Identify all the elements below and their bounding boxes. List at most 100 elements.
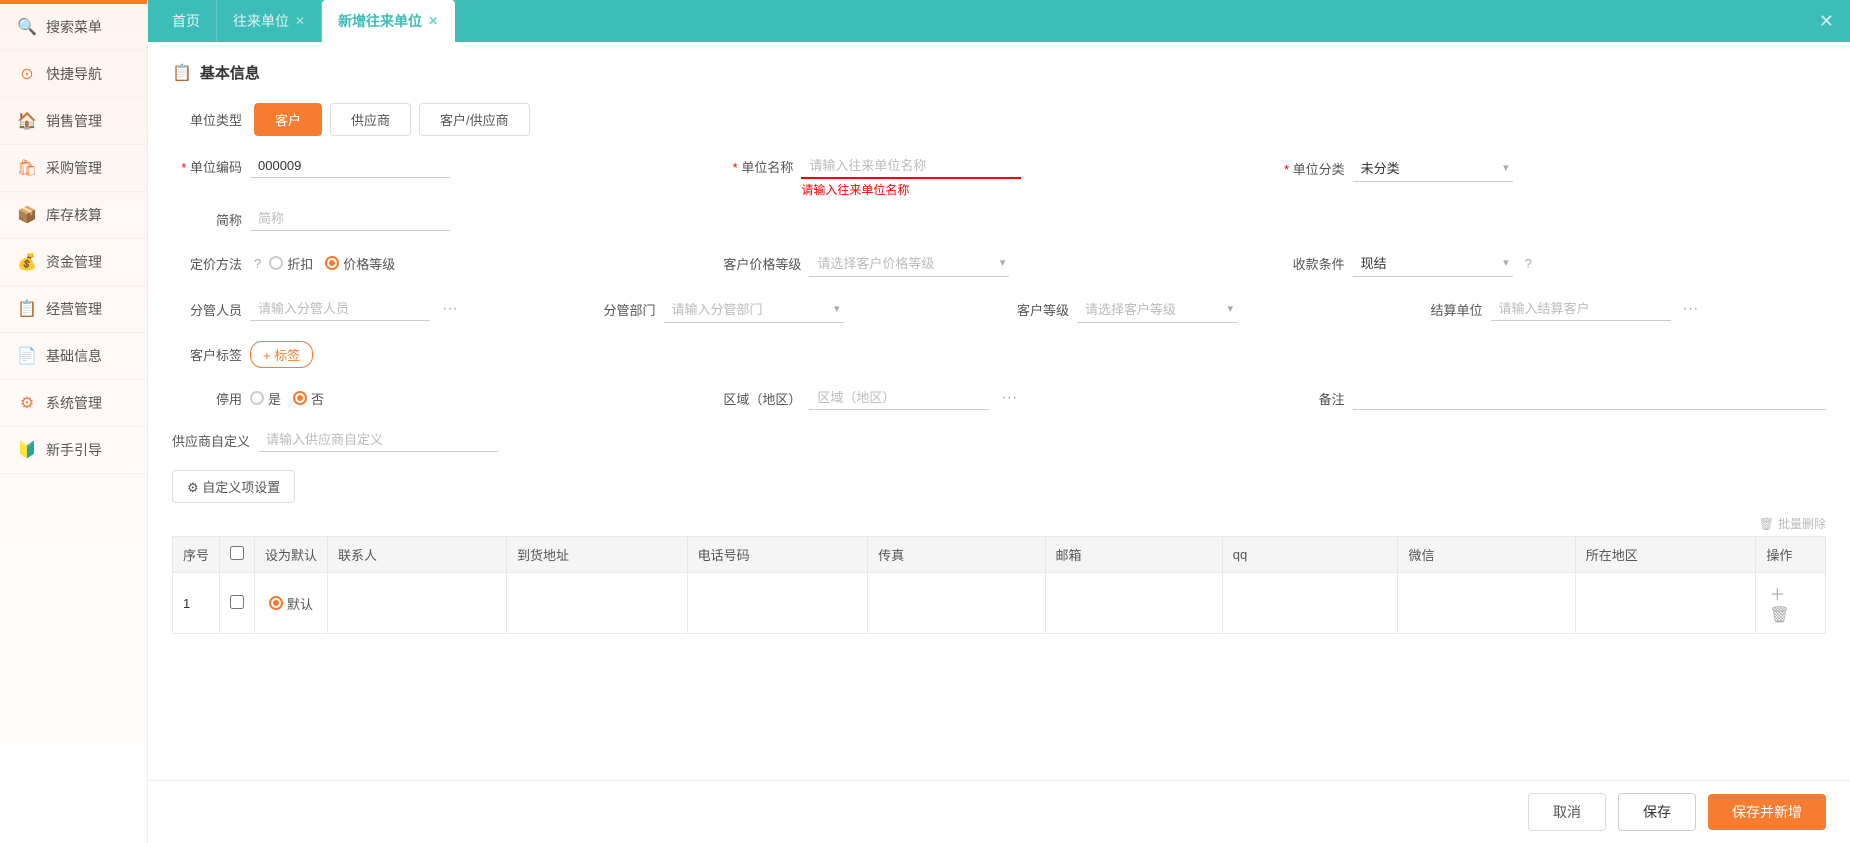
row-qq[interactable] — [1222, 573, 1398, 634]
col-contact: 联系人 — [328, 537, 507, 573]
row-seq: 1 — [173, 573, 220, 634]
row-region-input[interactable] — [1586, 596, 1746, 611]
pricing-question-icon[interactable]: ? — [254, 256, 261, 271]
customer-price-cell: 客户价格等级 请选择客户价格等级 ▾ — [723, 249, 1274, 277]
sidebar-item-label: 基础信息 — [46, 346, 102, 366]
sidebar-item-system[interactable]: ⚙ 系统管理 — [0, 380, 147, 427]
close-all-button[interactable]: ✕ — [1819, 11, 1834, 32]
supplier-custom-input[interactable] — [258, 428, 498, 452]
col-phone: 电话号码 — [687, 537, 868, 573]
sidebar-item-label: 销售管理 — [46, 111, 102, 131]
disabled-radio-no[interactable]: 否 — [293, 389, 324, 408]
row-contact[interactable] — [328, 573, 507, 634]
sidebar-item-sales[interactable]: 🏠 销售管理 — [0, 98, 147, 145]
tab-home-label: 首页 — [172, 11, 200, 31]
batch-delete-label[interactable]: 批量删除 — [1778, 515, 1826, 532]
cancel-button[interactable]: 取消 — [1528, 793, 1606, 831]
unit-code-row: 单位编码 单位名称 请输入往来单位名称 单位分类 未分类 ▾ — [172, 154, 1826, 199]
col-action: 操作 — [1756, 537, 1826, 573]
tab-partner-close[interactable]: ✕ — [295, 14, 305, 28]
disabled-radio-yes-label: 是 — [268, 389, 281, 408]
disabled-radio-yes[interactable]: 是 — [250, 389, 281, 408]
unit-code-input[interactable] — [250, 154, 450, 178]
col-qq: qq — [1222, 537, 1398, 573]
type-btn-supplier[interactable]: 供应商 — [330, 103, 411, 136]
tab-partner[interactable]: 往来单位 ✕ — [217, 0, 322, 42]
tab-newpartner[interactable]: 新增往来单位 ✕ — [322, 0, 455, 42]
sidebar-item-label: 经营管理 — [46, 299, 102, 319]
row-wechat-input[interactable] — [1408, 596, 1564, 611]
pricing-radio-discount-label: 折扣 — [287, 254, 313, 273]
sidebar-item-label: 采购管理 — [46, 158, 102, 178]
payment-question-icon[interactable]: ? — [1525, 256, 1532, 271]
type-btn-customer[interactable]: 客户 — [254, 103, 322, 136]
save-new-button[interactable]: 保存并新增 — [1708, 794, 1826, 830]
search-icon: 🔍 — [16, 16, 38, 38]
sidebar-item-basicinfo[interactable]: 📄 基础信息 — [0, 333, 147, 380]
settlement-more-btn[interactable]: ··· — [1679, 300, 1703, 318]
region-input[interactable] — [809, 386, 989, 410]
unit-name-input[interactable] — [801, 154, 1021, 179]
tab-home[interactable]: 首页 — [156, 0, 217, 42]
unit-category-select[interactable]: 未分类 ▾ — [1353, 154, 1513, 182]
tab-newpartner-close[interactable]: ✕ — [428, 14, 438, 28]
row-contact-input[interactable] — [338, 596, 496, 611]
row-address-input[interactable] — [517, 596, 677, 611]
row-email[interactable] — [1045, 573, 1222, 634]
basicinfo-icon: 📄 — [16, 345, 38, 367]
dept-select[interactable]: 请输入分管部门 ▾ — [664, 295, 844, 323]
trash-icon: 🗑 — [1759, 517, 1774, 531]
custom-settings-button[interactable]: ⚙ 自定义项设置 — [172, 470, 295, 503]
row-fax-input[interactable] — [878, 596, 1034, 611]
row-region[interactable] — [1575, 573, 1756, 634]
row-default-radio[interactable]: 默认 — [265, 594, 317, 613]
sidebar-item-search[interactable]: 🔍 搜索菜单 — [0, 4, 147, 51]
section-title-text: 基本信息 — [200, 62, 260, 83]
sidebar-item-inventory[interactable]: 📦 库存核算 — [0, 192, 147, 239]
supplier-custom-row: 供应商自定义 — [172, 428, 1826, 452]
customer-level-value: 请选择客户等级 — [1085, 299, 1223, 318]
payment-terms-select[interactable]: 现结 ▾ — [1353, 249, 1513, 277]
sidebar-item-finance[interactable]: 💰 资金管理 — [0, 239, 147, 286]
form-content: 📋 基本信息 单位类型 客户 供应商 客户/供应商 单位编码 单位名 — [148, 42, 1850, 780]
settlement-input[interactable] — [1491, 297, 1671, 321]
disabled-radio-no-circle — [293, 391, 307, 405]
col-address: 到货地址 — [506, 537, 687, 573]
region-more-btn[interactable]: ··· — [997, 389, 1021, 407]
tag-add-button[interactable]: + 标签 — [250, 341, 313, 368]
row-delete-btn[interactable]: 🗑 — [1769, 607, 1789, 624]
disabled-row: 停用 是 否 区域（地区） ··· 备注 — [172, 386, 1826, 410]
payment-terms-cell: 收款条件 现结 ▾ ? — [1275, 249, 1826, 277]
pricing-radio-discount[interactable]: 折扣 — [269, 254, 313, 273]
sidebar-item-purchase[interactable]: 🛍 采购管理 — [0, 145, 147, 192]
main-area: 首页 往来单位 ✕ 新增往来单位 ✕ ✕ 📋 基本信息 单位类型 客户 供应商 … — [148, 0, 1850, 843]
row-phone[interactable] — [687, 573, 868, 634]
row-address[interactable] — [506, 573, 687, 634]
abbr-input[interactable] — [250, 207, 450, 231]
manager-input[interactable] — [250, 297, 430, 321]
remark-input[interactable] — [1353, 386, 1826, 410]
customer-level-select[interactable]: 请选择客户等级 ▾ — [1077, 295, 1237, 323]
row-wechat[interactable] — [1398, 573, 1575, 634]
row-qq-input[interactable] — [1233, 596, 1388, 611]
row-fax[interactable] — [868, 573, 1045, 634]
sidebar-item-operations[interactable]: 📋 经营管理 — [0, 286, 147, 333]
row-checkbox-cell — [220, 573, 255, 634]
pricing-radio-level[interactable]: 价格等级 — [325, 254, 395, 273]
row-checkbox[interactable] — [230, 595, 244, 609]
disabled-radio-no-label: 否 — [311, 389, 324, 408]
sidebar-item-newbie[interactable]: 🔰 新手引导 — [0, 427, 147, 474]
row-add-btn[interactable]: ＋ — [1769, 587, 1785, 604]
sidebar-item-quicknav[interactable]: ⊙ 快捷导航 — [0, 51, 147, 98]
table-select-all[interactable] — [230, 546, 244, 560]
row-email-input[interactable] — [1056, 596, 1212, 611]
row-phone-input[interactable] — [698, 596, 858, 611]
unit-type-label: 单位类型 — [172, 110, 242, 129]
save-button[interactable]: 保存 — [1618, 793, 1696, 831]
customer-price-select[interactable]: 请选择客户价格等级 ▾ — [809, 249, 1009, 277]
remark-label: 备注 — [1275, 389, 1345, 408]
manager-more-btn[interactable]: ··· — [438, 300, 462, 318]
operations-icon: 📋 — [16, 298, 38, 320]
customer-level-label: 客户等级 — [999, 300, 1069, 319]
type-btn-both[interactable]: 客户/供应商 — [419, 103, 530, 136]
